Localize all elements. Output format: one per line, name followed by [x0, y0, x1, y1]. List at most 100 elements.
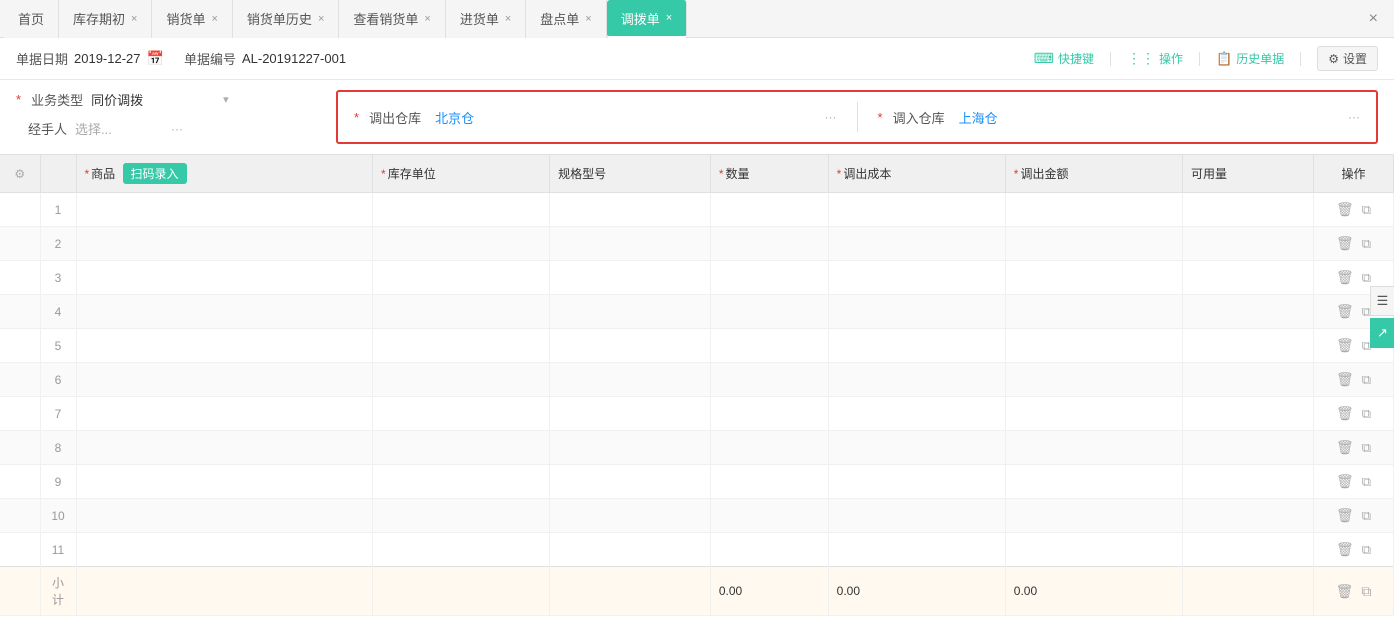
- td-amount[interactable]: [1005, 193, 1182, 227]
- td-available[interactable]: [1182, 533, 1313, 567]
- td-available[interactable]: [1182, 329, 1313, 363]
- td-available[interactable]: [1182, 193, 1313, 227]
- tab-home[interactable]: 首页: [4, 0, 59, 38]
- td-unit[interactable]: [373, 465, 550, 499]
- td-cost[interactable]: [828, 227, 1005, 261]
- td-unit[interactable]: [373, 397, 550, 431]
- td-amount[interactable]: [1005, 533, 1182, 567]
- td-goods[interactable]: [76, 329, 373, 363]
- delete-row-icon[interactable]: 🗑: [1336, 541, 1354, 558]
- td-spec[interactable]: [550, 533, 711, 567]
- td-amount[interactable]: [1005, 499, 1182, 533]
- delete-row-icon[interactable]: 🗑: [1336, 303, 1354, 320]
- td-spec[interactable]: [550, 465, 711, 499]
- copy-row-icon[interactable]: ⧉: [1362, 542, 1371, 558]
- td-qty[interactable]: [710, 431, 828, 465]
- td-qty[interactable]: [710, 261, 828, 295]
- td-amount[interactable]: [1005, 465, 1182, 499]
- td-qty[interactable]: [710, 533, 828, 567]
- column-settings-icon[interactable]: ⚙: [14, 167, 25, 181]
- copy-row-icon[interactable]: ⧉: [1362, 202, 1371, 218]
- tab-purchase[interactable]: 进货单 ×: [446, 0, 526, 38]
- handler-more-button[interactable]: ···: [171, 122, 183, 136]
- td-spec[interactable]: [550, 329, 711, 363]
- delete-row-icon[interactable]: 🗑: [1336, 269, 1354, 286]
- td-spec[interactable]: [550, 499, 711, 533]
- quick-keys-button[interactable]: ⌨ 快捷键: [1034, 50, 1094, 67]
- td-spec[interactable]: [550, 397, 711, 431]
- close-tab-sales-order[interactable]: ×: [211, 13, 217, 25]
- tab-sales-order[interactable]: 销货单 ×: [152, 0, 232, 38]
- td-amount[interactable]: [1005, 261, 1182, 295]
- td-available[interactable]: [1182, 261, 1313, 295]
- td-available[interactable]: [1182, 465, 1313, 499]
- td-goods[interactable]: [76, 431, 373, 465]
- td-spec[interactable]: [550, 431, 711, 465]
- td-available[interactable]: [1182, 431, 1313, 465]
- td-unit[interactable]: [373, 499, 550, 533]
- td-cost[interactable]: [828, 397, 1005, 431]
- copy-row-icon[interactable]: ⧉: [1362, 440, 1371, 456]
- td-goods[interactable]: [76, 465, 373, 499]
- td-qty[interactable]: [710, 397, 828, 431]
- tab-sales-history[interactable]: 销货单历史 ×: [233, 0, 339, 38]
- td-goods[interactable]: [76, 397, 373, 431]
- td-qty[interactable]: [710, 193, 828, 227]
- td-cost[interactable]: [828, 295, 1005, 329]
- settings-button[interactable]: ⚙ 设置: [1317, 46, 1378, 71]
- dest-warehouse-more[interactable]: ···: [1348, 110, 1360, 124]
- td-goods[interactable]: [76, 295, 373, 329]
- td-unit[interactable]: [373, 193, 550, 227]
- td-available[interactable]: [1182, 363, 1313, 397]
- td-available[interactable]: [1182, 397, 1313, 431]
- td-cost[interactable]: [828, 329, 1005, 363]
- close-tab-purchase[interactable]: ×: [505, 13, 511, 25]
- history-docs-button[interactable]: 📋 历史单据: [1216, 50, 1284, 67]
- td-qty[interactable]: [710, 363, 828, 397]
- close-tab-transfer[interactable]: ×: [666, 12, 672, 24]
- td-unit[interactable]: [373, 363, 550, 397]
- td-spec[interactable]: [550, 227, 711, 261]
- td-qty[interactable]: [710, 499, 828, 533]
- window-close-button[interactable]: ×: [1357, 10, 1390, 28]
- delete-row-icon[interactable]: 🗑: [1336, 235, 1354, 252]
- close-tab-view-sales[interactable]: ×: [424, 13, 430, 25]
- td-unit[interactable]: [373, 295, 550, 329]
- float-list-button[interactable]: ☰: [1370, 286, 1394, 316]
- delete-row-icon[interactable]: 🗑: [1336, 201, 1354, 218]
- td-unit[interactable]: [373, 329, 550, 363]
- delete-row-icon[interactable]: 🗑: [1336, 473, 1354, 490]
- scan-entry-button[interactable]: 扫码录入: [123, 163, 187, 184]
- td-cost[interactable]: [828, 533, 1005, 567]
- copy-row-icon[interactable]: ⧉: [1362, 270, 1371, 286]
- td-unit[interactable]: [373, 227, 550, 261]
- copy-row-icon[interactable]: ⧉: [1362, 236, 1371, 252]
- td-cost[interactable]: [828, 261, 1005, 295]
- td-goods[interactable]: [76, 227, 373, 261]
- td-amount[interactable]: [1005, 329, 1182, 363]
- copy-row-icon[interactable]: ⧉: [1362, 508, 1371, 524]
- td-cost[interactable]: [828, 499, 1005, 533]
- biz-type-dropdown[interactable]: ▾: [223, 93, 229, 106]
- td-goods[interactable]: [76, 261, 373, 295]
- td-cost[interactable]: [828, 363, 1005, 397]
- td-amount[interactable]: [1005, 363, 1182, 397]
- td-unit[interactable]: [373, 261, 550, 295]
- td-available[interactable]: [1182, 227, 1313, 261]
- td-unit[interactable]: [373, 431, 550, 465]
- td-amount[interactable]: [1005, 397, 1182, 431]
- td-amount[interactable]: [1005, 295, 1182, 329]
- td-spec[interactable]: [550, 295, 711, 329]
- td-goods[interactable]: [76, 363, 373, 397]
- td-unit[interactable]: [373, 533, 550, 567]
- td-available[interactable]: [1182, 499, 1313, 533]
- td-cost[interactable]: [828, 465, 1005, 499]
- delete-row-icon[interactable]: 🗑: [1336, 405, 1354, 422]
- td-cost[interactable]: [828, 193, 1005, 227]
- td-amount[interactable]: [1005, 431, 1182, 465]
- td-qty[interactable]: [710, 227, 828, 261]
- td-available[interactable]: [1182, 295, 1313, 329]
- td-cost[interactable]: [828, 431, 1005, 465]
- copy-row-icon[interactable]: ⧉: [1362, 474, 1371, 490]
- td-qty[interactable]: [710, 465, 828, 499]
